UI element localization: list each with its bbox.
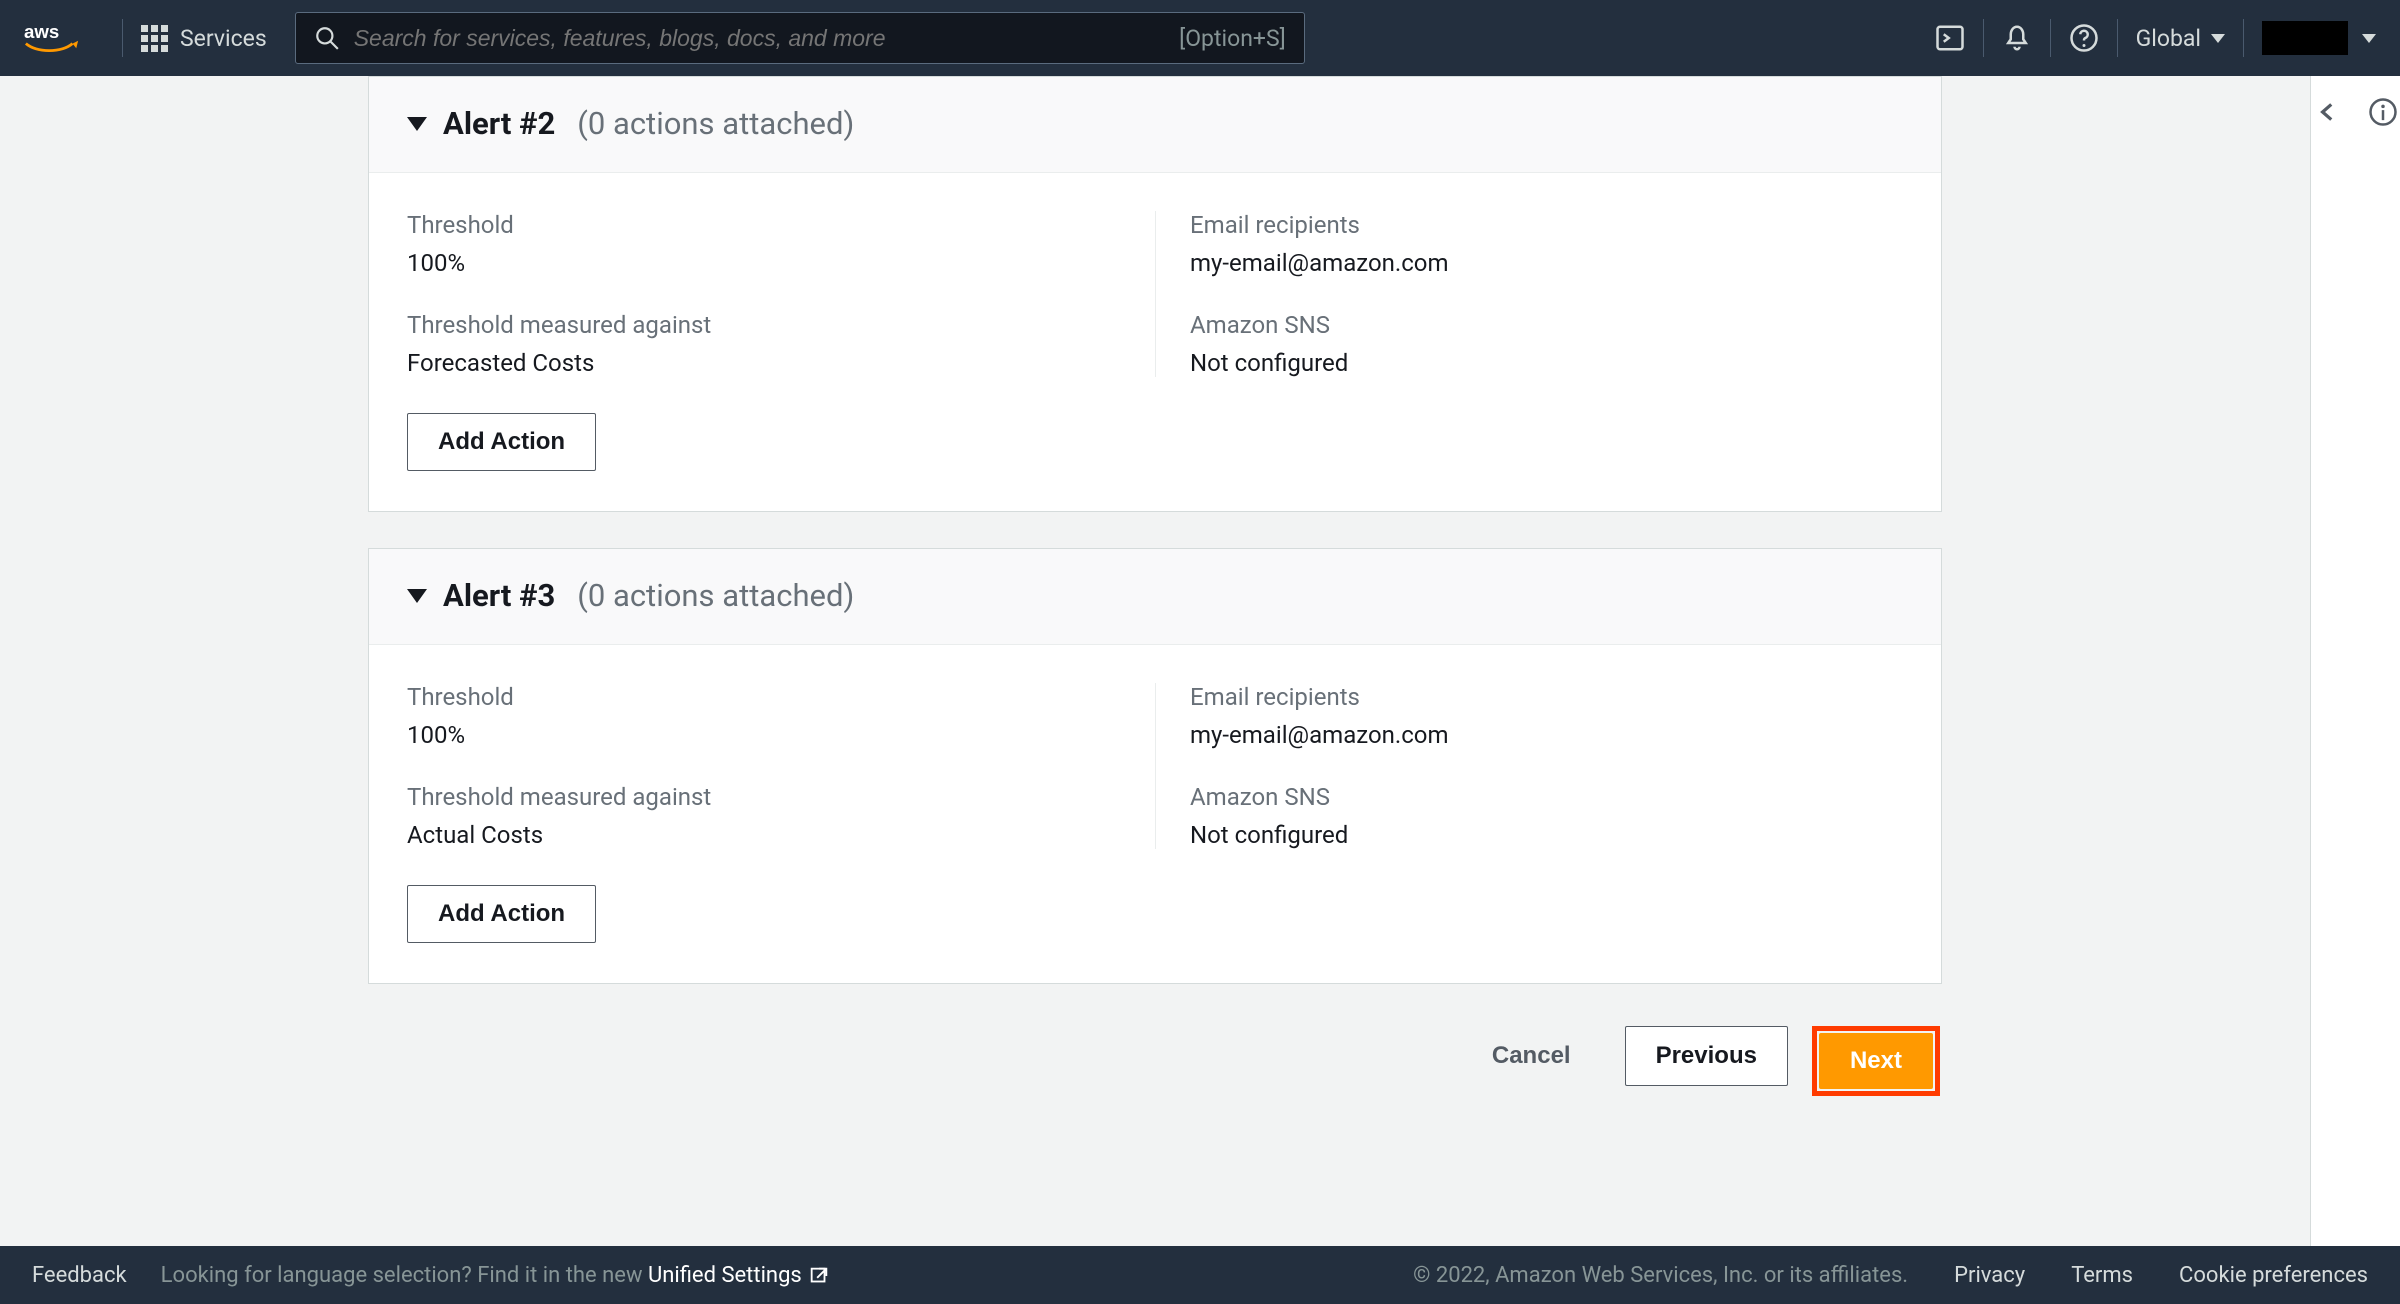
footer-copyright: © 2022, Amazon Web Services, Inc. or its… [1413, 1263, 1908, 1288]
threshold-value: 100% [407, 721, 1155, 749]
alert-subtitle: (0 actions attached) [577, 577, 854, 614]
alert-card: Alert #2 (0 actions attached) Threshold … [368, 76, 1942, 512]
measured-against-value: Forecasted Costs [407, 349, 1155, 377]
email-recipients-label: Email recipients [1190, 211, 1903, 239]
cookie-preferences-link[interactable]: Cookie preferences [2179, 1263, 2368, 1288]
nav-divider [122, 19, 123, 57]
email-recipients-label: Email recipients [1190, 683, 1903, 711]
measured-against-value: Actual Costs [407, 821, 1155, 849]
add-action-button[interactable]: Add Action [407, 885, 596, 943]
info-icon[interactable] [2367, 94, 2400, 130]
grid-icon [141, 25, 168, 52]
next-button[interactable]: Next [1819, 1033, 1933, 1089]
footer-language-msg: Looking for language selection? Find it … [161, 1263, 830, 1288]
nav-divider [1983, 19, 1984, 57]
wizard-actions: Cancel Previous Next [368, 1026, 1942, 1096]
measured-against-label: Threshold measured against [407, 311, 1155, 339]
sns-value: Not configured [1190, 349, 1903, 377]
sns-value: Not configured [1190, 821, 1903, 849]
region-selector[interactable]: Global [2136, 25, 2225, 52]
threshold-value: 100% [407, 249, 1155, 277]
previous-button[interactable]: Previous [1625, 1026, 1788, 1086]
services-menu-button[interactable]: Services [141, 25, 267, 52]
email-recipients-value: my-email@amazon.com [1190, 721, 1903, 749]
account-menu[interactable] [2262, 21, 2376, 55]
email-recipients-value: my-email@amazon.com [1190, 249, 1903, 277]
threshold-label: Threshold [407, 211, 1155, 239]
terms-link[interactable]: Terms [2071, 1263, 2133, 1288]
account-id-redacted [2262, 21, 2348, 55]
alert-card-header[interactable]: Alert #2 (0 actions attached) [369, 77, 1941, 173]
nav-divider [2050, 19, 2051, 57]
services-label: Services [180, 25, 267, 52]
notifications-icon[interactable] [2002, 23, 2032, 53]
nav-divider [2243, 19, 2244, 57]
global-search[interactable]: [Option+S] [295, 12, 1305, 64]
chevron-down-icon [2362, 34, 2376, 43]
chevron-down-icon [2211, 34, 2225, 43]
alert-title: Alert #3 [443, 577, 555, 614]
search-icon [314, 25, 340, 51]
svg-text:aws: aws [24, 21, 59, 42]
collapse-toggle-icon[interactable] [407, 117, 427, 131]
aws-logo[interactable]: aws [24, 21, 80, 55]
search-shortcut: [Option+S] [1179, 25, 1286, 52]
privacy-link[interactable]: Privacy [1954, 1263, 2025, 1288]
unified-settings-label: Unified Settings [648, 1263, 802, 1288]
cloudshell-icon[interactable] [1935, 23, 1965, 53]
add-action-button[interactable]: Add Action [407, 413, 596, 471]
sns-label: Amazon SNS [1190, 783, 1903, 811]
unified-settings-link[interactable]: Unified Settings [648, 1263, 830, 1288]
feedback-link[interactable]: Feedback [32, 1263, 127, 1288]
external-link-icon [808, 1265, 830, 1287]
collapse-toggle-icon[interactable] [407, 589, 427, 603]
collapse-help-button[interactable] [2311, 94, 2345, 130]
region-label: Global [2136, 25, 2201, 52]
threshold-label: Threshold [407, 683, 1155, 711]
alert-subtitle: (0 actions attached) [577, 105, 854, 142]
top-nav: aws Services [Option+S] Global [0, 0, 2400, 76]
alert-card: Alert #3 (0 actions attached) Threshold … [368, 548, 1942, 984]
footer-language-text: Looking for language selection? Find it … [161, 1263, 648, 1288]
console-footer: Feedback Looking for language selection?… [0, 1246, 2400, 1304]
search-input[interactable] [354, 25, 1179, 52]
right-help-rail [2310, 76, 2400, 1246]
alert-card-header[interactable]: Alert #3 (0 actions attached) [369, 549, 1941, 645]
alert-title: Alert #2 [443, 105, 555, 142]
next-button-highlight: Next [1812, 1026, 1940, 1096]
nav-divider [2117, 19, 2118, 57]
sns-label: Amazon SNS [1190, 311, 1903, 339]
measured-against-label: Threshold measured against [407, 783, 1155, 811]
help-icon[interactable] [2069, 23, 2099, 53]
cancel-button[interactable]: Cancel [1462, 1026, 1601, 1086]
